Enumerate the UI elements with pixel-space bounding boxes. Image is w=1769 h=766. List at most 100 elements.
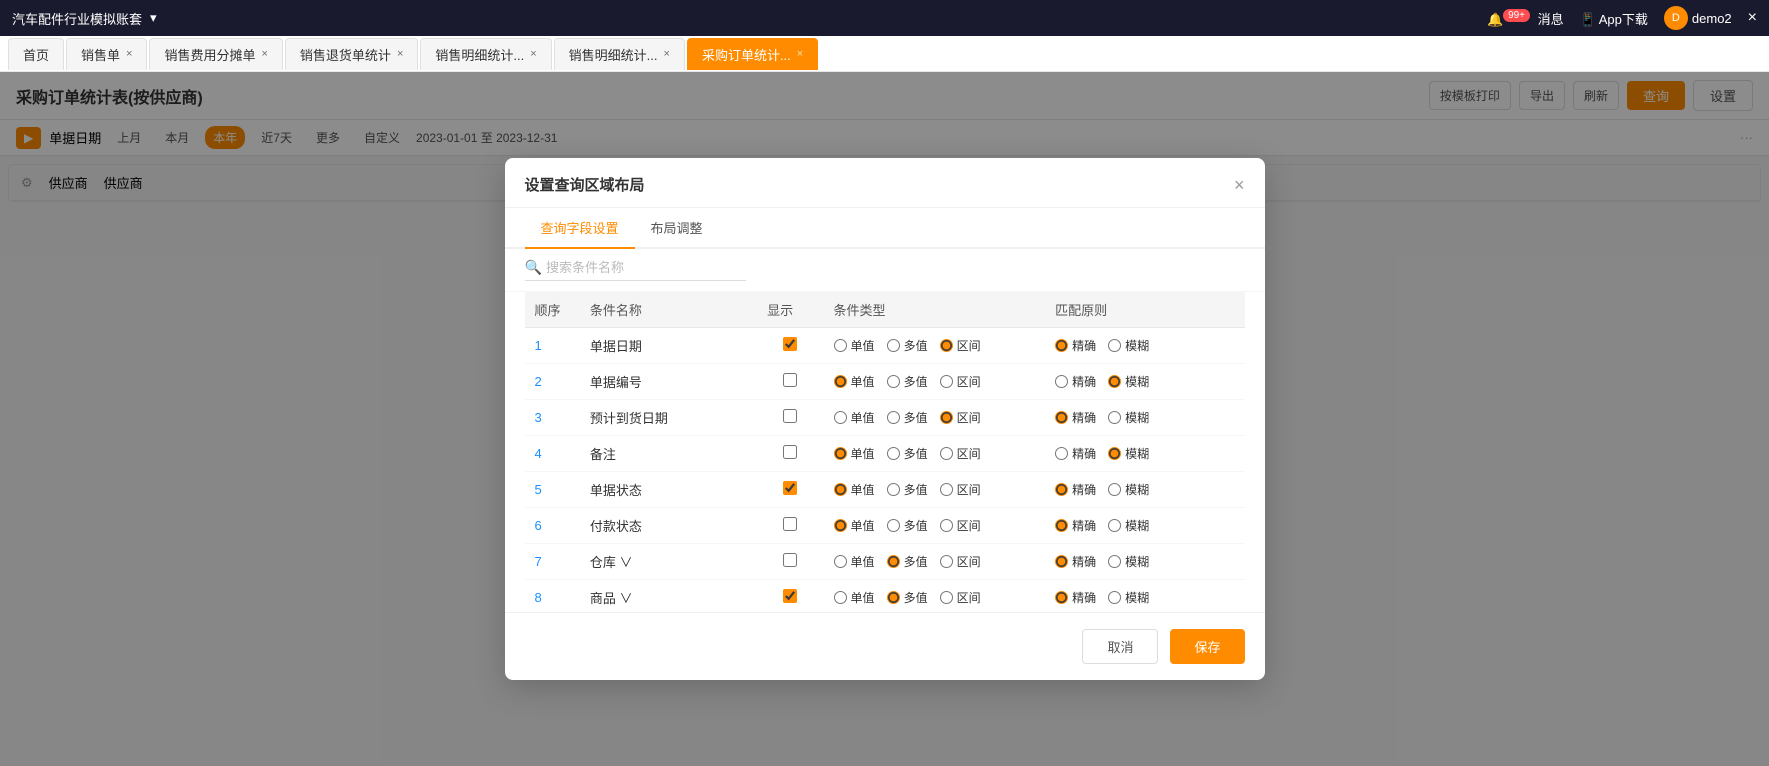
type-radio[interactable] — [834, 519, 847, 532]
type-radio-label[interactable]: 区间 — [940, 337, 981, 354]
type-radio-label[interactable]: 多值 — [887, 409, 928, 426]
match-radio-label[interactable]: 精确 — [1055, 409, 1096, 426]
type-radio-label[interactable]: 多值 — [887, 481, 928, 498]
tab-sales-fee[interactable]: 销售费用分摊单 × — [149, 38, 282, 70]
dropdown-icon[interactable]: ▾ — [150, 10, 157, 26]
type-radio-label[interactable]: 区间 — [940, 589, 981, 606]
match-radio-label[interactable]: 模糊 — [1108, 337, 1149, 354]
match-radio[interactable] — [1055, 411, 1068, 424]
type-radio-label[interactable]: 多值 — [887, 553, 928, 570]
type-radio-label[interactable]: 多值 — [887, 445, 928, 462]
display-checkbox[interactable] — [783, 373, 797, 387]
tab-sales-return[interactable]: 销售退货单统计 × — [285, 38, 418, 70]
type-radio[interactable] — [834, 555, 847, 568]
type-radio-label[interactable]: 区间 — [940, 553, 981, 570]
type-radio[interactable] — [887, 483, 900, 496]
type-radio-label[interactable]: 单值 — [834, 481, 875, 498]
display-checkbox-label[interactable] — [783, 447, 797, 462]
tab-sales-detail2[interactable]: 销售明细统计... × — [554, 38, 685, 70]
match-radio-label[interactable]: 模糊 — [1108, 409, 1149, 426]
type-radio-label[interactable]: 区间 — [940, 373, 981, 390]
match-radio[interactable] — [1108, 375, 1121, 388]
tab-close-icon-3[interactable]: × — [397, 48, 403, 60]
match-radio-label[interactable]: 精确 — [1055, 373, 1096, 390]
display-checkbox[interactable] — [783, 517, 797, 531]
tab-purchase-order[interactable]: 采购订单统计... × — [687, 38, 818, 70]
match-radio[interactable] — [1108, 447, 1121, 460]
match-radio-label[interactable]: 精确 — [1055, 337, 1096, 354]
type-radio[interactable] — [940, 411, 953, 424]
display-checkbox-label[interactable] — [783, 339, 797, 354]
type-radio-label[interactable]: 单值 — [834, 337, 875, 354]
match-radio[interactable] — [1055, 339, 1068, 352]
type-radio[interactable] — [834, 483, 847, 496]
match-radio-label[interactable]: 精确 — [1055, 481, 1096, 498]
type-radio[interactable] — [887, 411, 900, 424]
type-radio[interactable] — [887, 339, 900, 352]
display-checkbox-label[interactable] — [783, 519, 797, 534]
display-checkbox-label[interactable] — [783, 483, 797, 498]
type-radio[interactable] — [887, 447, 900, 460]
type-radio-label[interactable]: 多值 — [887, 517, 928, 534]
save-button[interactable]: 保存 — [1170, 629, 1244, 664]
type-radio-label[interactable]: 单值 — [834, 445, 875, 462]
type-radio[interactable] — [834, 447, 847, 460]
top-close-button[interactable]: × — [1748, 9, 1757, 27]
user-avatar[interactable]: D demo2 — [1664, 6, 1732, 30]
match-radio[interactable] — [1108, 411, 1121, 424]
type-radio-label[interactable]: 区间 — [940, 445, 981, 462]
message-area[interactable]: 🔔 99+ 消息 — [1487, 9, 1563, 28]
tab-close-icon-5[interactable]: × — [664, 48, 670, 60]
tab-home[interactable]: 首页 — [8, 38, 64, 70]
match-radio[interactable] — [1108, 483, 1121, 496]
match-radio-label[interactable]: 精确 — [1055, 517, 1096, 534]
type-radio[interactable] — [834, 411, 847, 424]
type-radio-label[interactable]: 多值 — [887, 337, 928, 354]
cancel-button[interactable]: 取消 — [1082, 629, 1158, 664]
search-input[interactable] — [546, 260, 746, 275]
type-radio-label[interactable]: 区间 — [940, 409, 981, 426]
tab-sales-detail1[interactable]: 销售明细统计... × — [420, 38, 551, 70]
type-radio-label[interactable]: 区间 — [940, 517, 981, 534]
display-checkbox-label[interactable] — [783, 591, 797, 606]
type-radio[interactable] — [887, 591, 900, 604]
match-radio-label[interactable]: 精确 — [1055, 445, 1096, 462]
type-radio-label[interactable]: 单值 — [834, 553, 875, 570]
match-radio[interactable] — [1055, 519, 1068, 532]
type-radio[interactable] — [887, 519, 900, 532]
display-checkbox[interactable] — [783, 589, 797, 603]
type-radio[interactable] — [887, 375, 900, 388]
tab-sales-order[interactable]: 销售单 × — [66, 38, 147, 70]
match-radio-label[interactable]: 模糊 — [1108, 553, 1149, 570]
match-radio-label[interactable]: 模糊 — [1108, 445, 1149, 462]
match-radio[interactable] — [1108, 339, 1121, 352]
match-radio[interactable] — [1055, 447, 1068, 460]
modal-tab-layout[interactable]: 布局调整 — [635, 208, 719, 249]
type-radio[interactable] — [940, 519, 953, 532]
type-radio-label[interactable]: 单值 — [834, 589, 875, 606]
match-radio-label[interactable]: 模糊 — [1108, 589, 1149, 606]
download-area[interactable]: 📱 App下载 — [1580, 9, 1648, 28]
display-checkbox[interactable] — [783, 409, 797, 423]
display-checkbox-label[interactable] — [783, 411, 797, 426]
display-checkbox[interactable] — [783, 337, 797, 351]
type-radio[interactable] — [940, 375, 953, 388]
match-radio[interactable] — [1055, 483, 1068, 496]
match-radio-label[interactable]: 模糊 — [1108, 517, 1149, 534]
type-radio[interactable] — [940, 591, 953, 604]
match-radio-label[interactable]: 模糊 — [1108, 373, 1149, 390]
display-checkbox[interactable] — [783, 445, 797, 459]
display-checkbox-label[interactable] — [783, 555, 797, 570]
type-radio[interactable] — [887, 555, 900, 568]
type-radio-label[interactable]: 区间 — [940, 481, 981, 498]
tab-close-icon-2[interactable]: × — [261, 48, 267, 60]
type-radio[interactable] — [940, 555, 953, 568]
display-checkbox[interactable] — [783, 481, 797, 495]
type-radio[interactable] — [940, 339, 953, 352]
match-radio[interactable] — [1055, 591, 1068, 604]
match-radio[interactable] — [1055, 375, 1068, 388]
tab-close-icon[interactable]: × — [126, 48, 132, 60]
type-radio[interactable] — [940, 447, 953, 460]
display-checkbox[interactable] — [783, 553, 797, 567]
type-radio-label[interactable]: 单值 — [834, 373, 875, 390]
